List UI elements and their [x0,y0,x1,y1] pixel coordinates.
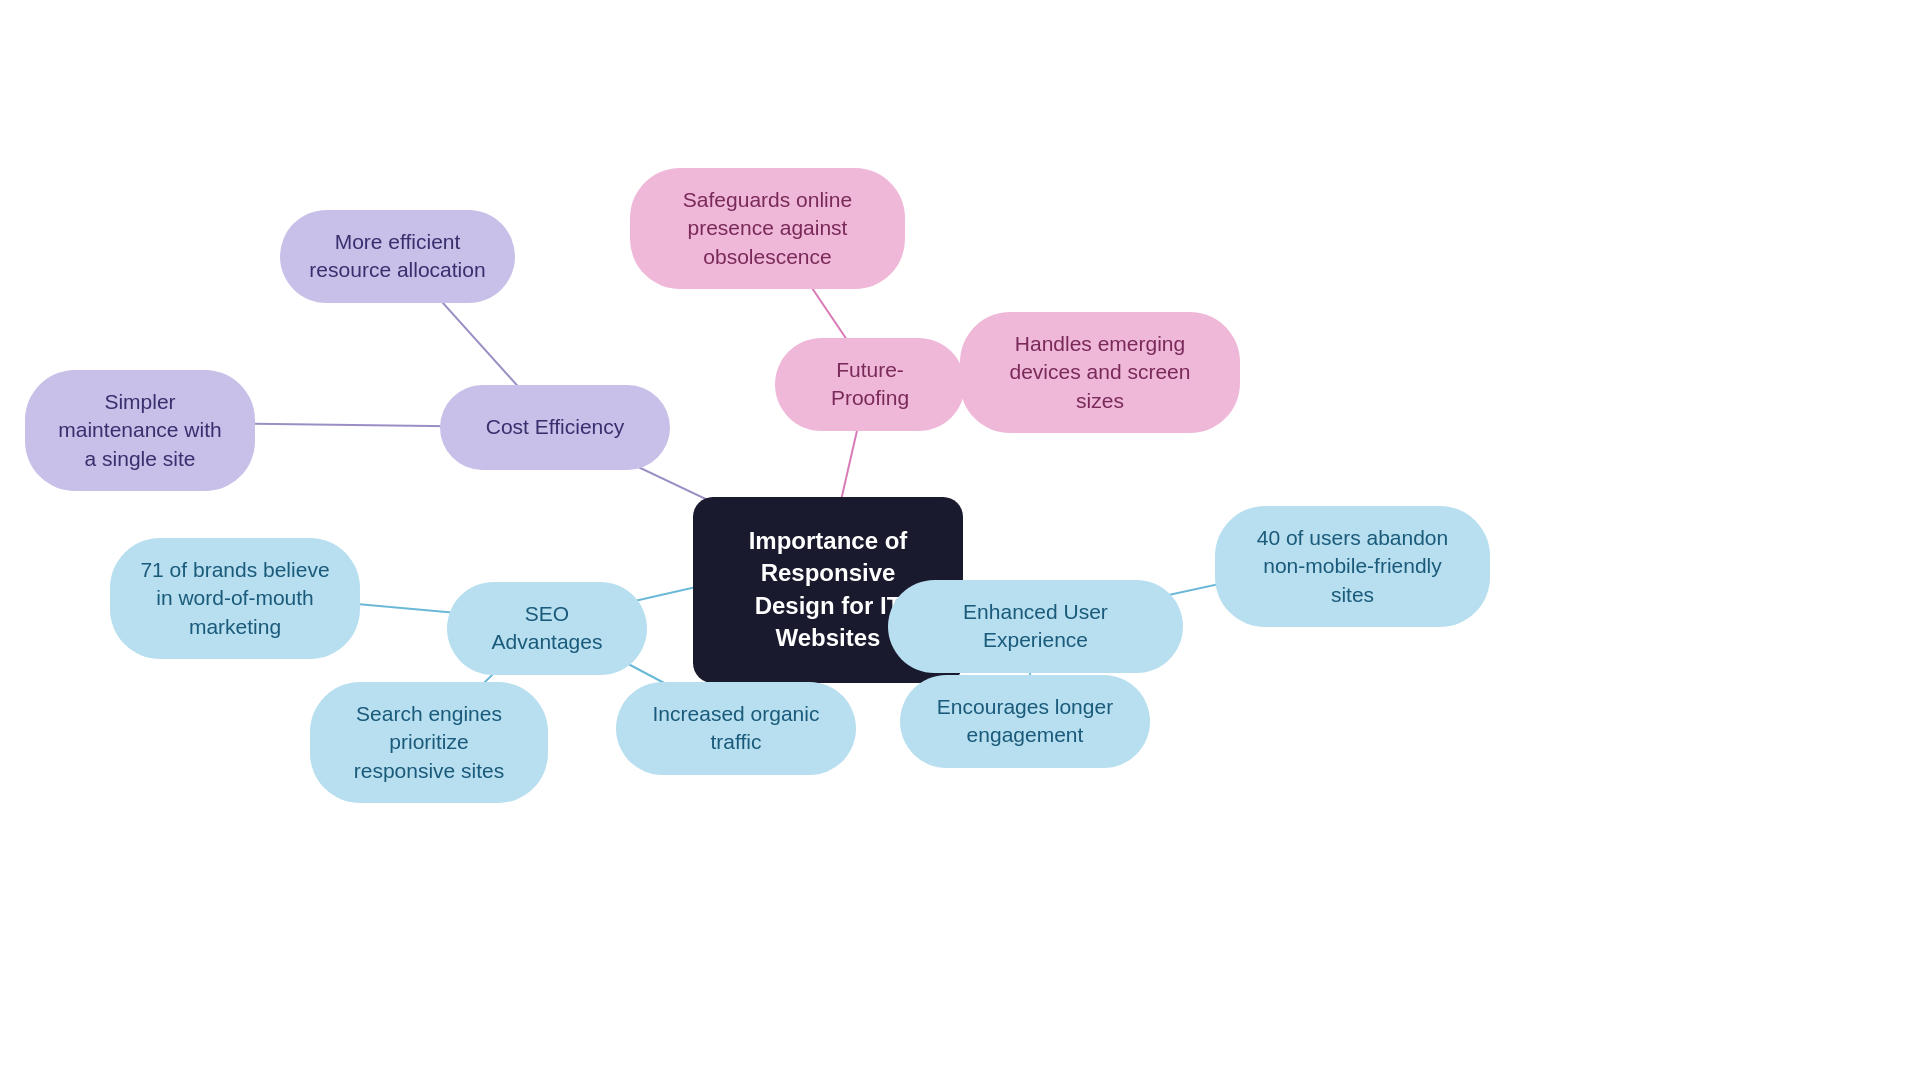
node-abandon_sites: 40 of users abandon non-mobile-friendly … [1215,506,1490,627]
node-future_proofing: Future-Proofing [775,338,965,431]
node-more_efficient: More efficient resource allocation [280,210,515,303]
node-handles_emerging: Handles emerging devices and screen size… [960,312,1240,433]
node-safeguards: Safeguards online presence against obsol… [630,168,905,289]
node-brands_believe: 71 of brands believe in word-of-mouth ma… [110,538,360,659]
node-simpler_maintenance: Simpler maintenance with a single site [25,370,255,491]
node-seo_advantages: SEO Advantages [447,582,647,675]
node-increased_traffic: Increased organic traffic [616,682,856,775]
node-cost_efficiency: Cost Efficiency [440,385,670,470]
node-enhanced_ux: Enhanced User Experience [888,580,1183,673]
mind-map: Importance of Responsive Design for IT W… [0,0,1920,1083]
node-longer_engagement: Encourages longer engagement [900,675,1150,768]
node-search_engines: Search engines prioritize responsive sit… [310,682,548,803]
